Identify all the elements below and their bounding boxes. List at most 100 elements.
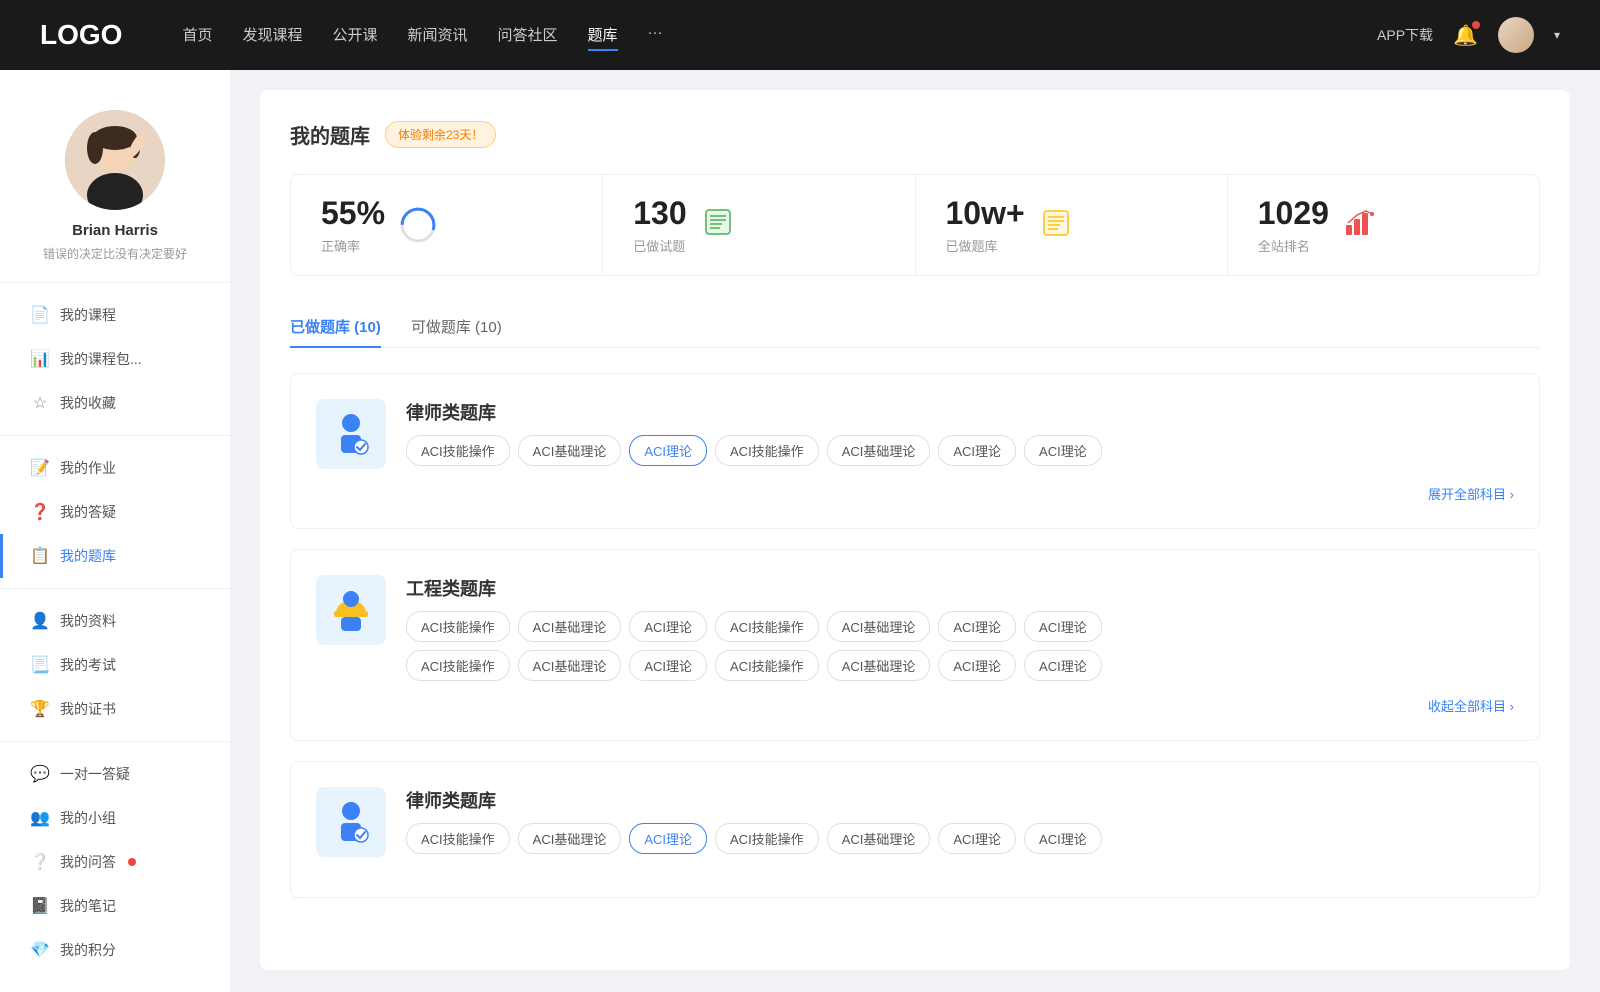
stat-rank-label: 全站排名 bbox=[1258, 236, 1329, 255]
sidebar-item-label: 一对一答疑 bbox=[60, 764, 130, 784]
sidebar-item-favorites[interactable]: ☆ 我的收藏 bbox=[0, 381, 230, 425]
qbank-icon-engineer bbox=[316, 575, 386, 645]
tag[interactable]: ACI技能操作 bbox=[715, 650, 819, 681]
qbank-icon-lawyer bbox=[316, 399, 386, 469]
unread-dot bbox=[128, 858, 136, 866]
tag[interactable]: ACI技能操作 bbox=[715, 823, 819, 854]
sidebar-item-label: 我的笔记 bbox=[60, 896, 116, 916]
sidebar-divider-2 bbox=[0, 435, 230, 436]
stat-accuracy-label: 正确率 bbox=[321, 236, 385, 255]
navbar: LOGO 首页 发现课程 公开课 新闻资讯 问答社区 题库 ··· APP下载 … bbox=[0, 0, 1600, 70]
sidebar-item-label: 我的资料 bbox=[60, 611, 116, 631]
notification-bell[interactable]: 🔔 bbox=[1453, 23, 1478, 48]
avatar[interactable] bbox=[1498, 17, 1534, 53]
tag[interactable]: ACI基础理论 bbox=[827, 435, 931, 466]
sidebar-username: Brian Harris bbox=[20, 222, 210, 239]
nav-qa[interactable]: 问答社区 bbox=[498, 20, 558, 51]
banks-icon-box bbox=[1040, 207, 1072, 244]
qbank-footer: 收起全部科目 › bbox=[316, 696, 1514, 715]
app-download-button[interactable]: APP下载 bbox=[1377, 25, 1433, 45]
sidebar-item-course-package[interactable]: 📊 我的课程包... bbox=[0, 337, 230, 381]
sidebar-item-qa[interactable]: ❓ 我的答疑 bbox=[0, 490, 230, 534]
tag-active[interactable]: ACI理论 bbox=[629, 435, 707, 466]
tag[interactable]: ACI技能操作 bbox=[406, 823, 510, 854]
tutoring-icon: 💬 bbox=[30, 764, 50, 784]
qbank-info: 工程类题库 ACI技能操作 ACI基础理论 ACI理论 ACI技能操作 ACI基… bbox=[406, 575, 1514, 681]
sidebar-item-profile[interactable]: 👤 我的资料 bbox=[0, 599, 230, 643]
tag[interactable]: ACI理论 bbox=[1024, 650, 1102, 681]
tab-available-banks[interactable]: 可做题库 (10) bbox=[411, 306, 502, 347]
tag[interactable]: ACI理论 bbox=[1024, 611, 1102, 642]
stats-row: 55% 正确率 130 已做试题 bbox=[290, 174, 1540, 276]
sidebar-item-group[interactable]: 👥 我的小组 bbox=[0, 796, 230, 840]
nav-discover[interactable]: 发现课程 bbox=[242, 20, 302, 51]
tab-done-banks[interactable]: 已做题库 (10) bbox=[290, 306, 381, 347]
tag[interactable]: ACI基础理论 bbox=[827, 650, 931, 681]
sidebar-item-label: 我的课程包... bbox=[60, 349, 142, 369]
nav-news[interactable]: 新闻资讯 bbox=[408, 20, 468, 51]
sidebar-item-label: 我的课程 bbox=[60, 305, 116, 325]
sidebar-item-question-bank[interactable]: 📋 我的题库 bbox=[0, 534, 230, 578]
tag[interactable]: ACI基础理论 bbox=[518, 435, 622, 466]
sidebar-item-tutoring[interactable]: 💬 一对一答疑 bbox=[0, 752, 230, 796]
sidebar-item-notes[interactable]: 📓 我的笔记 bbox=[0, 884, 230, 928]
qbank-icon-lawyer-2 bbox=[316, 787, 386, 857]
tag[interactable]: ACI基础理论 bbox=[518, 611, 622, 642]
tag[interactable]: ACI技能操作 bbox=[406, 650, 510, 681]
qbank-tags: ACI技能操作 ACI基础理论 ACI理论 ACI技能操作 ACI基础理论 AC… bbox=[406, 823, 1514, 854]
sidebar-item-certificate[interactable]: 🏆 我的证书 bbox=[0, 687, 230, 731]
nav-home[interactable]: 首页 bbox=[182, 20, 212, 51]
tag[interactable]: ACI基础理论 bbox=[518, 823, 622, 854]
accuracy-pie-chart bbox=[400, 207, 436, 243]
tag[interactable]: ACI技能操作 bbox=[715, 611, 819, 642]
stat-accuracy-number: 55% bbox=[321, 195, 385, 232]
package-icon: 📊 bbox=[30, 349, 50, 369]
qbank-card-lawyer-1: 律师类题库 ACI技能操作 ACI基础理论 ACI理论 ACI技能操作 ACI基… bbox=[290, 373, 1540, 529]
collapse-button[interactable]: 收起全部科目 › bbox=[1428, 696, 1514, 715]
tag[interactable]: ACI理论 bbox=[938, 435, 1016, 466]
qbank-title: 律师类题库 bbox=[406, 399, 1514, 425]
nav-more[interactable]: ··· bbox=[648, 20, 663, 51]
tag-active[interactable]: ACI理论 bbox=[629, 823, 707, 854]
sidebar-item-label: 我的证书 bbox=[60, 699, 116, 719]
tag[interactable]: ACI基础理论 bbox=[827, 611, 931, 642]
tag[interactable]: ACI基础理论 bbox=[827, 823, 931, 854]
qbank-header: 工程类题库 ACI技能操作 ACI基础理论 ACI理论 ACI技能操作 ACI基… bbox=[316, 575, 1514, 681]
stat-banks-number: 10w+ bbox=[946, 195, 1025, 232]
sidebar-divider-1 bbox=[0, 282, 230, 283]
tag[interactable]: ACI基础理论 bbox=[518, 650, 622, 681]
stat-rank-content: 1029 全站排名 bbox=[1258, 195, 1329, 255]
sidebar-item-courses[interactable]: 📄 我的课程 bbox=[0, 293, 230, 337]
tag[interactable]: ACI理论 bbox=[938, 823, 1016, 854]
tag[interactable]: ACI技能操作 bbox=[406, 435, 510, 466]
sidebar-divider-3 bbox=[0, 588, 230, 589]
nav-right: APP下载 🔔 ▾ bbox=[1377, 17, 1560, 53]
tag[interactable]: ACI理论 bbox=[1024, 435, 1102, 466]
stat-questions-content: 130 已做试题 bbox=[633, 195, 686, 255]
sidebar-item-points[interactable]: 💎 我的积分 bbox=[0, 928, 230, 972]
stat-banks-content: 10w+ 已做题库 bbox=[946, 195, 1025, 255]
tag[interactable]: ACI技能操作 bbox=[715, 435, 819, 466]
nav-question-bank[interactable]: 题库 bbox=[588, 20, 618, 51]
qbank-info: 律师类题库 ACI技能操作 ACI基础理论 ACI理论 ACI技能操作 ACI基… bbox=[406, 787, 1514, 854]
tag[interactable]: ACI理论 bbox=[629, 611, 707, 642]
expand-button[interactable]: 展开全部科目 › bbox=[1428, 484, 1514, 503]
tag[interactable]: ACI理论 bbox=[629, 650, 707, 681]
nav-open-course[interactable]: 公开课 bbox=[332, 20, 377, 51]
qbank-card-engineer: 工程类题库 ACI技能操作 ACI基础理论 ACI理论 ACI技能操作 ACI基… bbox=[290, 549, 1540, 741]
sidebar-item-exam[interactable]: 📃 我的考试 bbox=[0, 643, 230, 687]
tag[interactable]: ACI理论 bbox=[938, 611, 1016, 642]
user-dropdown-arrow[interactable]: ▾ bbox=[1554, 28, 1560, 42]
tag[interactable]: ACI理论 bbox=[1024, 823, 1102, 854]
qbank-tags: ACI技能操作 ACI基础理论 ACI理论 ACI技能操作 ACI基础理论 AC… bbox=[406, 435, 1514, 466]
favorites-icon: ☆ bbox=[30, 393, 50, 413]
sidebar-item-label: 我的题库 bbox=[60, 546, 116, 566]
tag[interactable]: ACI技能操作 bbox=[406, 611, 510, 642]
trial-badge: 体验剩余23天！ bbox=[385, 121, 496, 148]
tabs: 已做题库 (10) 可做题库 (10) bbox=[290, 306, 1540, 348]
group-icon: 👥 bbox=[30, 808, 50, 828]
tag[interactable]: ACI理论 bbox=[938, 650, 1016, 681]
sidebar-item-homework[interactable]: 📝 我的作业 bbox=[0, 446, 230, 490]
sidebar-quote: 错误的决定比没有决定要好 bbox=[20, 245, 210, 262]
sidebar-item-questions[interactable]: ❔ 我的问答 bbox=[0, 840, 230, 884]
